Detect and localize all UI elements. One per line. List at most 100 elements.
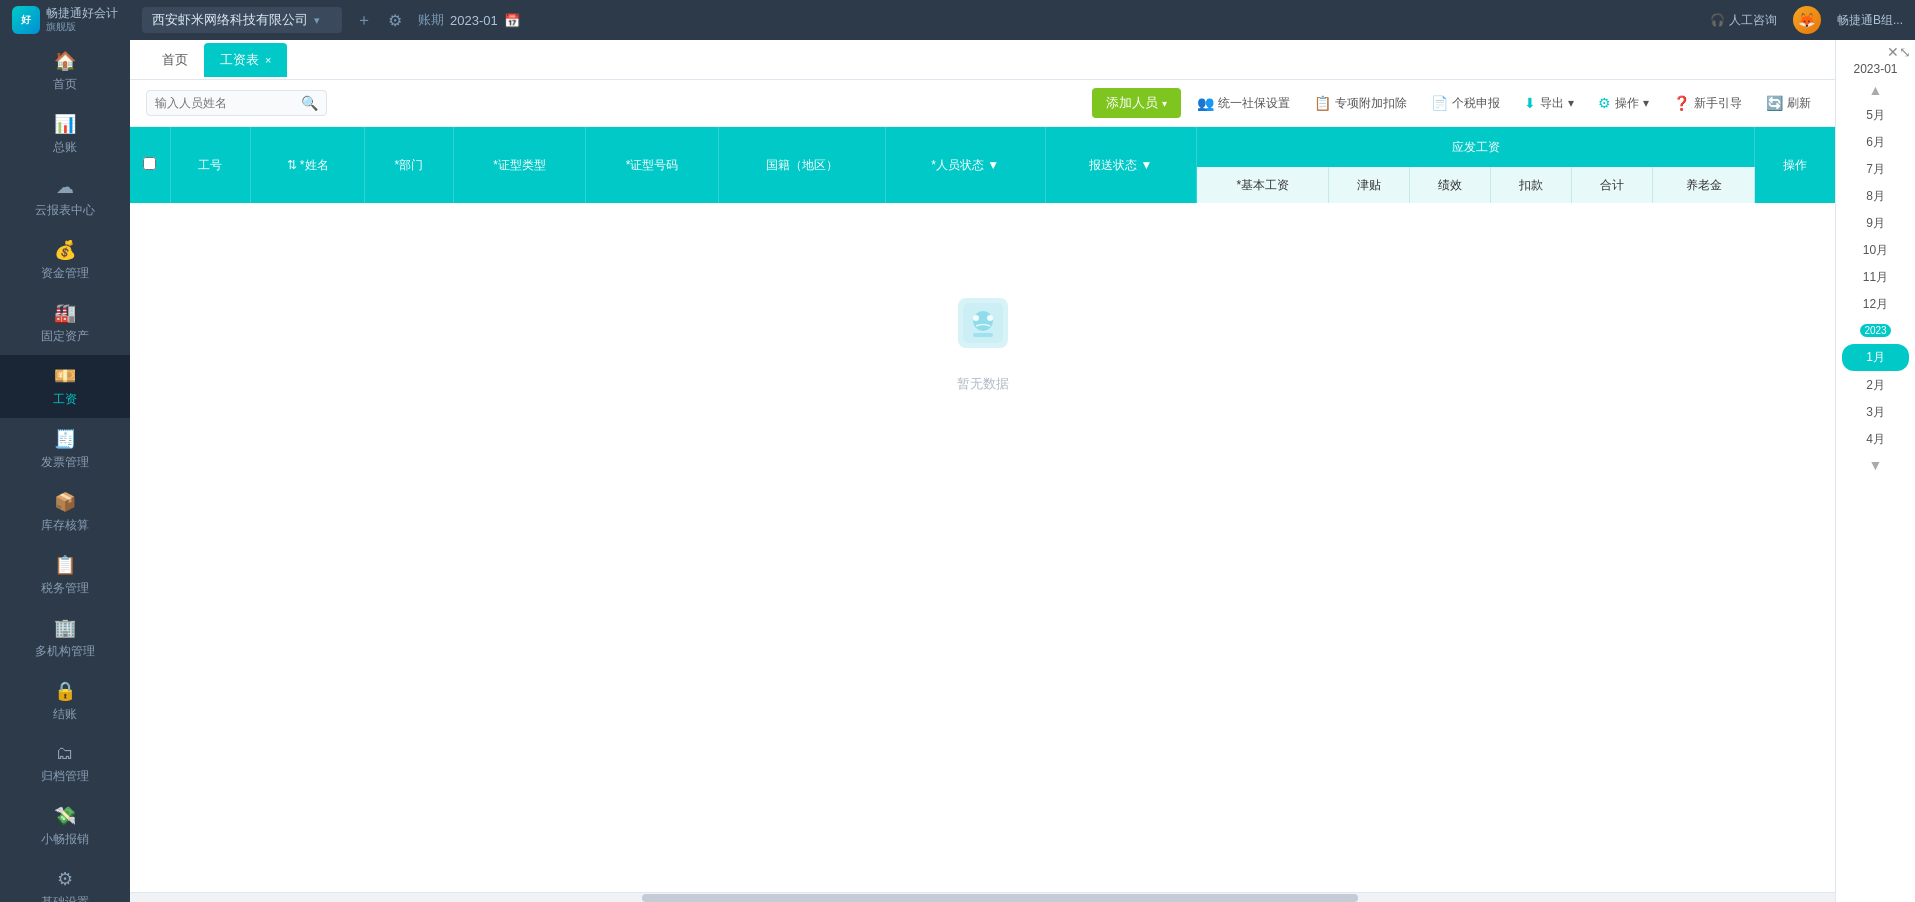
month-2[interactable]: 2月: [1836, 372, 1915, 399]
period-info: 账期 2023-01 📅: [418, 11, 520, 29]
th-dept: *部门: [364, 127, 453, 203]
sidebar-item-inventory[interactable]: 📦库存核算: [0, 481, 130, 544]
ledger-icon: 📊: [54, 113, 76, 135]
calendar-panel: ✕ ⤡ 2023-01 ▲ 5月 6月 7月 8月 9月 10月 11月 12月…: [1835, 40, 1915, 902]
month-12[interactable]: 12月: [1836, 291, 1915, 318]
export-action[interactable]: ⬇ 导出 ▾: [1516, 91, 1582, 116]
no-data-area: 暂无数据: [130, 203, 1835, 473]
th-action: 操作: [1755, 127, 1835, 203]
social-label: 统一社保设置: [1218, 95, 1290, 112]
sidebar-item-invoice[interactable]: 🧾发票管理: [0, 418, 130, 481]
month-7[interactable]: 7月: [1836, 156, 1915, 183]
operate-chevron-icon: ▾: [1643, 96, 1649, 110]
month-5[interactable]: 5月: [1836, 102, 1915, 129]
select-all-checkbox[interactable]: [143, 157, 156, 170]
th-status: *人员状态 ▼: [885, 127, 1045, 203]
guide-icon: ❓: [1673, 95, 1690, 111]
th-id: 工号: [170, 127, 251, 203]
header-actions: ＋ ⚙: [352, 6, 406, 35]
sidebar-label-cloud: 云报表中心: [35, 202, 95, 219]
service-label: 人工咨询: [1729, 12, 1777, 29]
horizontal-scrollbar[interactable]: [130, 892, 1835, 902]
sidebar-item-settings[interactable]: ⚙基础设置: [0, 858, 130, 902]
sidebar-label-fund: 资金管理: [41, 265, 89, 282]
company-selector[interactable]: 西安虾米网络科技有限公司 ▾: [142, 7, 342, 33]
no-data-text: 暂无数据: [957, 375, 1009, 393]
app-name: 畅捷通好会计: [46, 6, 118, 20]
cloud-icon: ☁: [56, 176, 74, 198]
scroll-thumb[interactable]: [642, 894, 1358, 902]
fund-icon: 💰: [54, 239, 76, 261]
th-cert-no: *证型号码: [586, 127, 718, 203]
th-deduction: 扣款: [1491, 167, 1572, 203]
sidebar-item-tax[interactable]: 📋税务管理: [0, 544, 130, 607]
social-icon: 👥: [1197, 95, 1214, 111]
sidebar-item-fund[interactable]: 💰 资金管理: [0, 229, 130, 292]
app-logo-icon: 好: [12, 6, 40, 34]
period-label: 账期: [418, 11, 444, 29]
plus-icon[interactable]: ＋: [352, 6, 376, 35]
panel-close-icon[interactable]: ✕: [1887, 44, 1899, 60]
month-3[interactable]: 3月: [1836, 399, 1915, 426]
tab-home[interactable]: 首页: [146, 43, 204, 77]
th-country: 国籍（地区）: [718, 127, 885, 203]
svg-rect-3: [973, 333, 993, 337]
sidebar-item-archive[interactable]: 🗂 归档管理: [0, 733, 130, 795]
sidebar-label-close: 结账: [53, 706, 77, 723]
month-10[interactable]: 10月: [1836, 237, 1915, 264]
calendar-icon[interactable]: 📅: [504, 13, 520, 28]
company-name: 西安虾米网络科技有限公司: [152, 11, 308, 29]
guide-action[interactable]: ❓ 新手引导: [1665, 91, 1750, 116]
svg-point-4: [973, 315, 979, 321]
calendar-next-icon[interactable]: ▼: [1836, 453, 1915, 477]
operate-action[interactable]: ⚙ 操作 ▾: [1590, 91, 1657, 116]
multi-icon: 🏢: [54, 617, 76, 639]
month-6[interactable]: 6月: [1836, 129, 1915, 156]
tab-salary[interactable]: 工资表 ×: [204, 43, 287, 77]
add-person-button[interactable]: 添加人员 ▾: [1092, 88, 1181, 118]
sidebar-label-archive: 归档管理: [41, 768, 89, 785]
content-area: 首页 工资表 × 🔍 添加人员 ▾ 👥 统一社保设置 📋: [130, 40, 1835, 902]
panel-expand-icon[interactable]: ⤡: [1899, 44, 1911, 60]
sidebar-item-asset[interactable]: 🏭固定资产: [0, 292, 130, 355]
service-button[interactable]: 🎧 人工咨询: [1710, 12, 1777, 29]
user-name: 畅捷通B组...: [1837, 12, 1903, 29]
th-total: 合计: [1572, 167, 1653, 203]
sidebar-item-home[interactable]: 🏠首页: [0, 40, 130, 103]
search-wrap: 🔍: [146, 90, 327, 116]
tax-action[interactable]: 📄 个税申报: [1423, 91, 1508, 116]
month-9[interactable]: 9月: [1836, 210, 1915, 237]
sidebar-label-multi: 多机构管理: [35, 643, 95, 660]
search-input[interactable]: [155, 96, 295, 110]
tab-close-icon[interactable]: ×: [265, 54, 271, 66]
month-1-active[interactable]: 1月: [1842, 344, 1909, 371]
close-icon: 🔒: [54, 680, 76, 702]
social-settings-action[interactable]: 👥 统一社保设置: [1189, 91, 1298, 116]
no-data-icon: [943, 283, 1023, 363]
th-name: ⇅ *姓名: [251, 127, 364, 203]
calendar-header-year: 2023-01: [1836, 60, 1915, 78]
month-4[interactable]: 4月: [1836, 426, 1915, 453]
refresh-action[interactable]: 🔄 刷新: [1758, 91, 1819, 116]
settings-icon[interactable]: ⚙: [384, 7, 406, 34]
archive-icon: 🗂: [56, 743, 74, 764]
logo-area: 好 畅捷通好会计 旗舰版: [12, 6, 142, 34]
guide-label: 新手引导: [1694, 95, 1742, 112]
sidebar-item-cloud[interactable]: ☁ 云报表中心: [0, 166, 130, 229]
sidebar-item-close[interactable]: 🔒 结账: [0, 670, 130, 733]
th-report-status: 报送状态 ▼: [1045, 127, 1196, 203]
th-performance: 绩效: [1410, 167, 1491, 203]
th-checkbox[interactable]: [130, 127, 170, 203]
sidebar-item-salary[interactable]: 💴工资: [0, 355, 130, 418]
calendar-year-display: 2023-01: [1853, 62, 1897, 76]
user-avatar[interactable]: 🦊: [1793, 6, 1821, 34]
sidebar-item-multi[interactable]: 🏢 多机构管理: [0, 607, 130, 670]
month-11[interactable]: 11月: [1836, 264, 1915, 291]
month-8[interactable]: 8月: [1836, 183, 1915, 210]
deduct-action[interactable]: 📋 专项附加扣除: [1306, 91, 1415, 116]
add-person-label: 添加人员: [1106, 94, 1158, 112]
calendar-prev-icon[interactable]: ▲: [1836, 78, 1915, 102]
operate-label: 操作: [1615, 95, 1639, 112]
sidebar-item-expense[interactable]: 💸小畅报销: [0, 795, 130, 858]
sidebar-item-ledger[interactable]: 📊总账: [0, 103, 130, 166]
